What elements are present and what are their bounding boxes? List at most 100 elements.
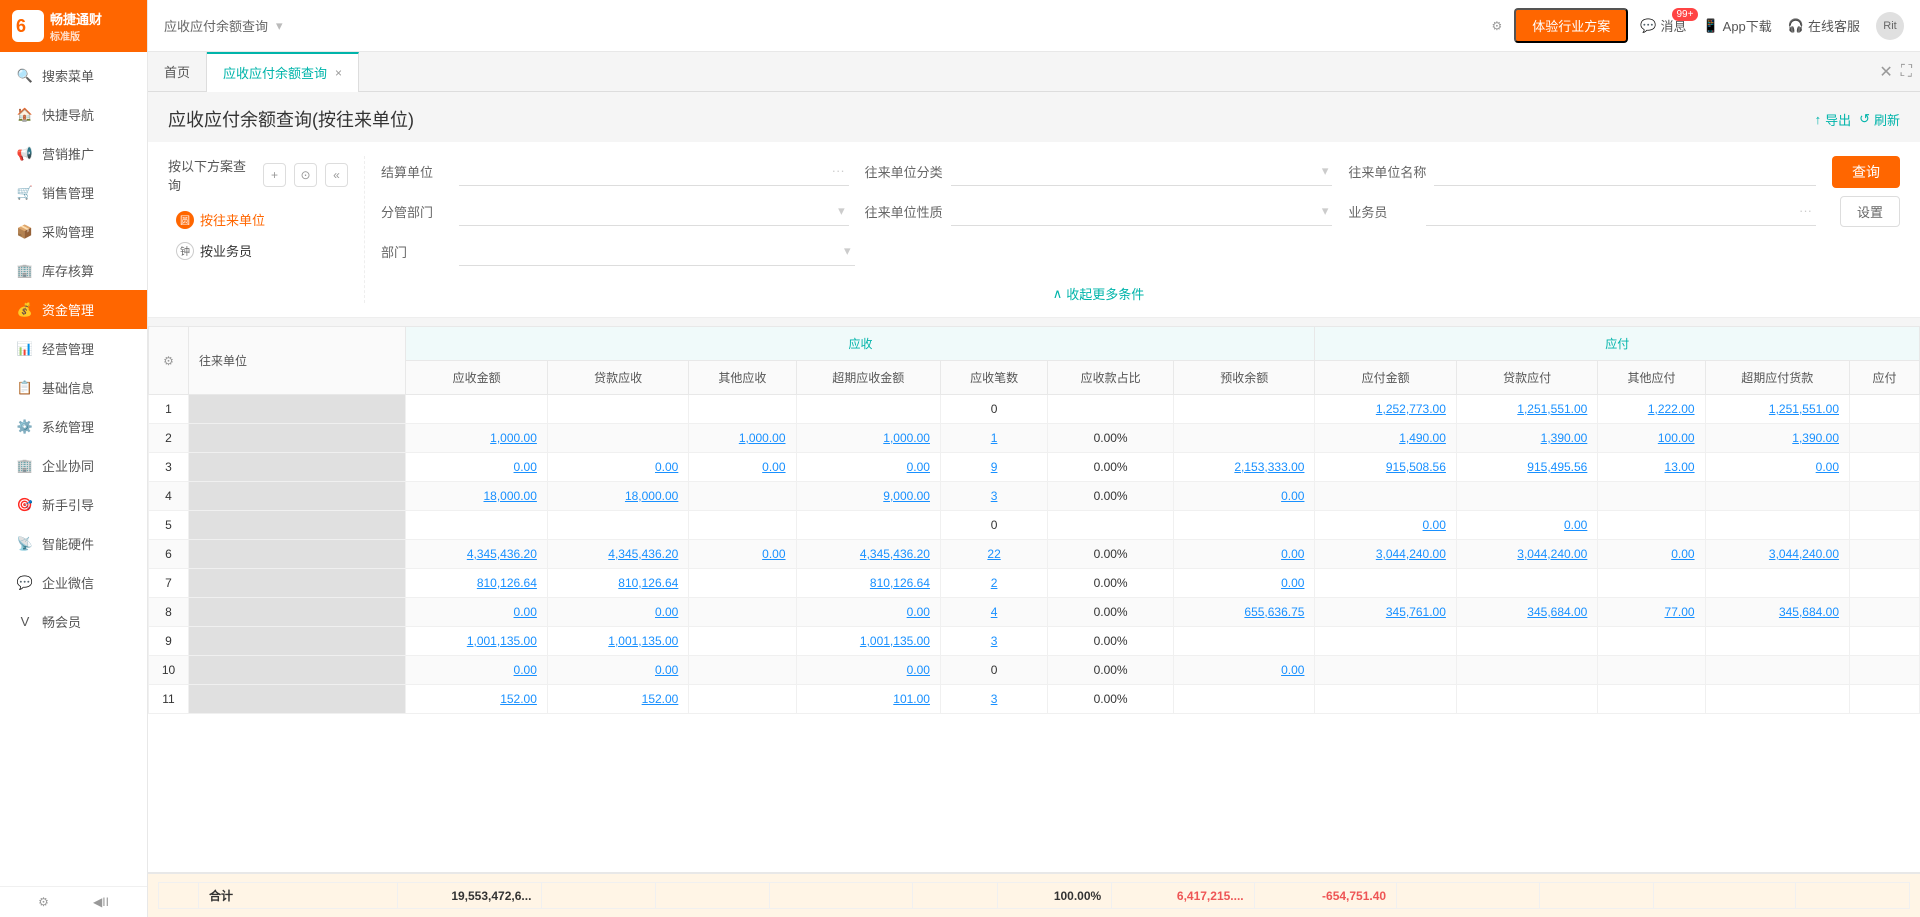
table-cell[interactable]: 0.00 <box>1174 569 1315 598</box>
filter-collapse-btn[interactable]: « <box>325 163 348 187</box>
filter-nav-by-staff[interactable]: 钟 按业务员 <box>168 237 348 264</box>
online-service-action[interactable]: 🎧 在线客服 <box>1788 16 1860 35</box>
table-cell[interactable]: 2,153,333.00 <box>1174 453 1315 482</box>
table-cell[interactable]: 0.00 <box>796 656 940 685</box>
dept-input[interactable]: ▾ <box>459 196 849 226</box>
table-cell[interactable]: 4 <box>149 482 189 511</box>
table-settings-icon[interactable]: ⚙ <box>163 354 174 368</box>
table-cell[interactable]: 3,044,240.00 <box>1315 540 1456 569</box>
sidebar-item-inventory[interactable]: 🏢 库存核算 <box>0 251 147 290</box>
table-cell[interactable]: 0.00 <box>547 656 688 685</box>
user-avatar[interactable]: Rit <box>1876 12 1904 40</box>
table-cell[interactable]: 1,001,135.00 <box>406 627 547 656</box>
table-cell[interactable]: 4,345,436.20 <box>547 540 688 569</box>
sidebar-item-member[interactable]: V 畅会员 <box>0 602 147 641</box>
table-cell[interactable]: 0.00 <box>796 598 940 627</box>
table-cell[interactable]: 810,126.64 <box>547 569 688 598</box>
table-cell[interactable]: 2 <box>940 569 1047 598</box>
table-cell[interactable]: 1,490.00 <box>1315 424 1456 453</box>
table-cell[interactable]: 0.00 <box>1456 511 1597 540</box>
table-cell[interactable]: 1,390.00 <box>1456 424 1597 453</box>
table-cell[interactable]: 810,126.64 <box>406 569 547 598</box>
table-cell[interactable]: 1,000.00 <box>406 424 547 453</box>
table-cell[interactable]: 3 <box>940 685 1047 714</box>
table-cell[interactable]: 345,761.00 <box>1315 598 1456 627</box>
table-cell[interactable]: 18,000.00 <box>547 482 688 511</box>
table-cell[interactable]: 0 <box>940 395 1047 424</box>
table-cell[interactable]: 0.00 <box>1315 511 1456 540</box>
unitname-input[interactable] <box>1434 156 1816 186</box>
sidebar-item-hardware[interactable]: 📡 智能硬件 <box>0 524 147 563</box>
setting-button[interactable]: 设置 <box>1840 196 1900 227</box>
table-cell[interactable]: 1,251,551.00 <box>1456 395 1597 424</box>
filter-settings-btn[interactable]: ⊙ <box>294 163 317 187</box>
sidebar-item-purchase[interactable]: 📦 采购管理 <box>0 212 147 251</box>
table-cell[interactable]: 0 <box>940 656 1047 685</box>
table-cell[interactable]: 4,345,436.20 <box>406 540 547 569</box>
table-cell[interactable]: 10 <box>149 656 189 685</box>
table-cell[interactable]: 3 <box>940 627 1047 656</box>
tab-home[interactable]: 首页 <box>148 52 207 92</box>
settlement-input[interactable]: ··· <box>459 156 849 186</box>
table-cell[interactable]: 1,000.00 <box>689 424 796 453</box>
table-cell[interactable]: 0.00% <box>1048 598 1174 627</box>
table-cell[interactable]: 1,222.00 <box>1598 395 1705 424</box>
table-cell[interactable]: 0.00% <box>1048 685 1174 714</box>
table-cell[interactable]: 0.00 <box>406 598 547 627</box>
category-input[interactable]: ▾ <box>951 156 1333 186</box>
sidebar-item-wechat[interactable]: 💬 企业微信 <box>0 563 147 602</box>
nature-input[interactable]: ▾ <box>951 196 1333 226</box>
table-cell[interactable]: 9 <box>149 627 189 656</box>
table-cell[interactable]: 5 <box>149 511 189 540</box>
sidebar-item-finance[interactable]: 💰 资金管理 <box>0 290 147 329</box>
table-cell[interactable]: 0 <box>940 511 1047 540</box>
tab-accounts[interactable]: 应收应付余额查询 × <box>207 52 359 92</box>
table-cell[interactable]: 1,000.00 <box>796 424 940 453</box>
sidebar-item-system[interactable]: ⚙️ 系统管理 <box>0 407 147 446</box>
filter-add-btn[interactable]: + <box>263 163 286 187</box>
table-cell[interactable]: 0.00 <box>547 453 688 482</box>
table-cell[interactable]: 1 <box>149 395 189 424</box>
table-cell[interactable]: 100.00 <box>1598 424 1705 453</box>
table-cell[interactable]: 0.00 <box>1174 482 1315 511</box>
table-cell[interactable]: 1 <box>940 424 1047 453</box>
sidebar-item-marketing[interactable]: 📢 营销推广 <box>0 134 147 173</box>
sidebar-item-guide[interactable]: 🎯 新手引导 <box>0 485 147 524</box>
table-cell[interactable]: 0.00 <box>796 453 940 482</box>
table-cell[interactable]: 0.00 <box>1705 453 1849 482</box>
table-cell[interactable]: 0.00 <box>1174 656 1315 685</box>
table-cell[interactable]: 1,252,773.00 <box>1315 395 1456 424</box>
table-cell[interactable]: 0.00 <box>406 656 547 685</box>
table-cell[interactable]: 1,001,135.00 <box>547 627 688 656</box>
table-cell[interactable]: 0.00% <box>1048 453 1174 482</box>
filter-nav-by-unit[interactable]: 圆 按往来单位 <box>168 206 348 233</box>
sidebar-settings-icon[interactable]: ⚙ <box>38 895 49 909</box>
sidebar-item-sales[interactable]: 🛒 销售管理 <box>0 173 147 212</box>
refresh-button[interactable]: ↺ 刷新 <box>1859 110 1900 129</box>
table-cell[interactable]: 1,251,551.00 <box>1705 395 1849 424</box>
sidebar-item-basic-info[interactable]: 📋 基础信息 <box>0 368 147 407</box>
table-cell[interactable]: 22 <box>940 540 1047 569</box>
table-cell[interactable]: 3 <box>940 482 1047 511</box>
tab-close-icon[interactable]: × <box>335 66 342 80</box>
table-cell[interactable]: 345,684.00 <box>1705 598 1849 627</box>
table-cell[interactable]: 810,126.64 <box>796 569 940 598</box>
table-cell[interactable]: 3,044,240.00 <box>1456 540 1597 569</box>
table-cell[interactable]: 0.00 <box>406 453 547 482</box>
table-cell[interactable]: 345,684.00 <box>1456 598 1597 627</box>
table-cell[interactable]: 0.00 <box>1598 540 1705 569</box>
table-cell[interactable]: 0.00 <box>689 540 796 569</box>
table-cell[interactable]: 0.00% <box>1048 424 1174 453</box>
table-cell[interactable]: 9 <box>940 453 1047 482</box>
table-cell[interactable]: 77.00 <box>1598 598 1705 627</box>
query-button[interactable]: 查询 <box>1832 156 1900 188</box>
message-action[interactable]: 💬 消息 99+ <box>1640 16 1686 35</box>
table-cell[interactable]: 152.00 <box>547 685 688 714</box>
table-cell[interactable]: 0.00% <box>1048 569 1174 598</box>
topbar-gear-icon[interactable]: ⚙ <box>1491 19 1502 33</box>
sidebar-collapse-icon[interactable]: ◀II <box>93 895 109 909</box>
table-cell[interactable]: 0.00% <box>1048 540 1174 569</box>
table-cell[interactable]: 655,636.75 <box>1174 598 1315 627</box>
table-wrapper[interactable]: ⚙ 往来单位 应收 应付 应收金额 贷款应收 其他应收 超期应收金额 <box>148 326 1920 872</box>
table-cell[interactable]: 9,000.00 <box>796 482 940 511</box>
